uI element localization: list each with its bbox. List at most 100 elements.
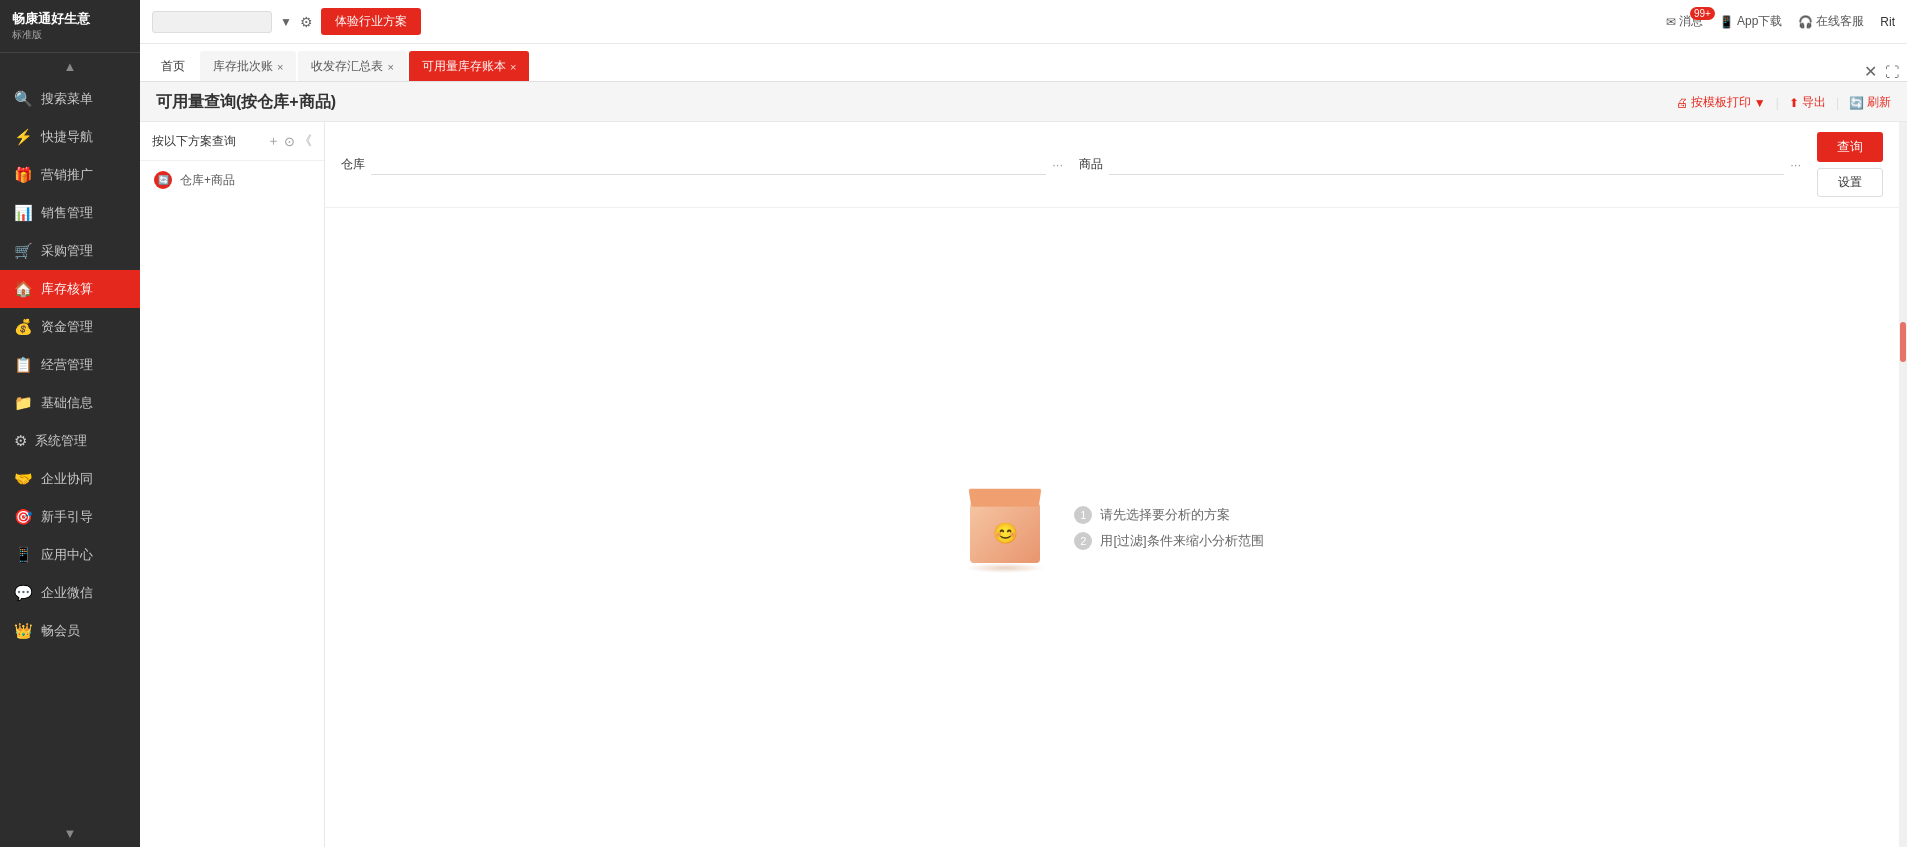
quick-nav-icon: ⚡ [14,128,33,146]
topbar-gear-icon[interactable]: ⚙ [300,14,313,30]
tab-available-ledger-close[interactable]: × [510,61,516,73]
tab-batch-ledger-close[interactable]: × [277,61,283,73]
empty-box: 😊 [970,503,1040,563]
inventory-icon: 🏠 [14,280,33,298]
filter-warehouse-product[interactable]: 🔄 仓库+商品 [140,161,324,199]
tabbar-actions: ✕ ⛶ [1856,62,1907,81]
sidebar-item-label: 应用中心 [41,546,93,564]
app-download-btn[interactable]: 📱 App下载 [1719,13,1782,30]
warehouse-more-btn[interactable]: ··· [1052,157,1063,172]
sidebar-item-basic-info[interactable]: 📁 基础信息 [0,384,140,422]
onboarding-icon: 🎯 [14,508,33,526]
online-service-label: 在线客服 [1816,13,1864,30]
filter-header-label: 按以下方案查询 [152,133,236,150]
tab-available-ledger[interactable]: 可用量库存账本 × [409,51,529,81]
sidebar-logo: 畅康通好生意 标准版 [0,0,140,53]
tab-receipt-summary-close[interactable]: × [387,61,393,73]
page-actions: 🖨 按模板打印 ▼ | ⬆ 导出 | 🔄 刷新 [1676,94,1891,111]
print-btn[interactable]: 🖨 按模板打印 ▼ [1676,94,1766,111]
tab-receipt-summary[interactable]: 收发存汇总表 × [298,51,406,81]
main-area: ▼ ⚙ 体验行业方案 ✉ 消息 99+ 📱 App下载 🎧 在线客服 Rit 首… [140,0,1907,847]
scrollbar-thumb[interactable] [1900,322,1906,362]
empty-state-content: 😊 1 请先选择要分析的方案 2 用[过滤]条件来缩小分析范围 [960,483,1263,573]
tab-available-ledger-label: 可用量库存账本 [422,58,506,75]
empty-tip-1: 1 请先选择要分析的方案 [1074,506,1263,524]
membership-icon: 👑 [14,622,33,640]
app-tag: 标准版 [12,28,128,42]
product-more-btn[interactable]: ··· [1790,157,1801,172]
export-btn[interactable]: ⬆ 导出 [1789,94,1826,111]
tab-home-label: 首页 [161,58,185,75]
warehouse-input[interactable] [371,154,1046,175]
tab-receipt-summary-label: 收发存汇总表 [311,58,383,75]
app-download-label: App下载 [1737,13,1782,30]
sidebar-item-inventory[interactable]: 🏠 库存核算 [0,270,140,308]
sidebar-item-enterprise[interactable]: 🤝 企业协同 [0,460,140,498]
query-actions: 查询 设置 [1817,132,1883,197]
print-icon: 🖨 [1676,96,1688,110]
online-service-btn[interactable]: 🎧 在线客服 [1798,13,1864,30]
filter-settings-btn[interactable]: ⊙ [284,134,295,149]
message-btn[interactable]: ✉ 消息 99+ [1666,13,1703,30]
sidebar-scroll-down[interactable]: ▼ [0,820,140,847]
tabbar-expand-btn[interactable]: ⛶ [1885,64,1899,80]
refresh-icon: 🔄 [1849,96,1864,110]
enterprise-icon: 🤝 [14,470,33,488]
filter-add-btn[interactable]: ＋ [267,132,280,150]
topbar: ▼ ⚙ 体验行业方案 ✉ 消息 99+ 📱 App下载 🎧 在线客服 Rit [140,0,1907,44]
user-name[interactable]: Rit [1880,15,1895,29]
sidebar-item-purchase[interactable]: 🛒 采购管理 [0,232,140,270]
app-name: 畅康通好生意 [12,10,128,28]
sidebar-item-label: 搜索菜单 [41,90,93,108]
warehouse-filter-field: 仓库 ··· [341,154,1063,175]
message-badge: 99+ [1690,7,1715,20]
tab-batch-ledger[interactable]: 库存批次账 × [200,51,296,81]
sidebar-item-label: 新手引导 [41,508,93,526]
tab-home[interactable]: 首页 [148,51,198,81]
sidebar-item-sales[interactable]: 📊 销售管理 [0,194,140,232]
marketing-icon: 🎁 [14,166,33,184]
print-label: 按模板打印 [1691,94,1751,111]
product-input[interactable] [1109,154,1784,175]
sidebar-item-label: 资金管理 [41,318,93,336]
empty-tips: 1 请先选择要分析的方案 2 用[过滤]条件来缩小分析范围 [1074,506,1263,550]
app-download-icon: 📱 [1719,15,1734,29]
topbar-dropdown-btn[interactable]: ▼ [280,15,292,29]
empty-tip-2: 2 用[过滤]条件来缩小分析范围 [1074,532,1263,550]
sidebar-item-quick-nav[interactable]: ⚡ 快捷导航 [0,118,140,156]
sidebar-nav: 🔍 搜索菜单 ⚡ 快捷导航 🎁 营销推广 📊 销售管理 🛒 采购管理 🏠 库存核… [0,80,140,820]
tabbar-close-all-btn[interactable]: ✕ [1864,62,1877,81]
sidebar-item-wechat[interactable]: 💬 企业微信 [0,574,140,612]
sidebar-scroll-up[interactable]: ▲ [0,53,140,80]
message-icon: ✉ [1666,15,1676,29]
query-btn[interactable]: 查询 [1817,132,1883,162]
right-scrollbar[interactable] [1899,122,1907,847]
sidebar-item-label: 营销推广 [41,166,93,184]
system-icon: ⚙ [14,432,27,450]
sidebar-item-onboarding[interactable]: 🎯 新手引导 [0,498,140,536]
separator2: | [1836,96,1839,110]
sidebar-item-marketing[interactable]: 🎁 营销推广 [0,156,140,194]
filter-collapse-btn[interactable]: 《 [299,132,312,150]
sidebar-item-finance[interactable]: 💰 资金管理 [0,308,140,346]
sidebar-item-label: 销售管理 [41,204,93,222]
sidebar-item-search[interactable]: 🔍 搜索菜单 [0,80,140,118]
empty-shadow [965,563,1045,573]
search-icon: 🔍 [14,90,33,108]
filter-item-label: 仓库+商品 [180,172,235,189]
sidebar-item-label: 畅会员 [41,622,80,640]
set-btn[interactable]: 设置 [1817,168,1883,197]
print-dropdown-icon[interactable]: ▼ [1754,96,1766,110]
sidebar-item-membership[interactable]: 👑 畅会员 [0,612,140,650]
sidebar-item-operations[interactable]: 📋 经营管理 [0,346,140,384]
sidebar: 畅康通好生意 标准版 ▲ 🔍 搜索菜单 ⚡ 快捷导航 🎁 营销推广 📊 销售管理… [0,0,140,847]
sidebar-item-app-center[interactable]: 📱 应用中心 [0,536,140,574]
sidebar-item-label: 企业协同 [41,470,93,488]
page-title: 可用量查询(按仓库+商品) [156,92,336,113]
refresh-btn[interactable]: 🔄 刷新 [1849,94,1891,111]
empty-tip-2-text: 用[过滤]条件来缩小分析范围 [1100,532,1263,550]
trial-btn[interactable]: 体验行业方案 [321,8,421,35]
separator1: | [1776,96,1779,110]
sidebar-item-system[interactable]: ⚙ 系统管理 [0,422,140,460]
topbar-search-input[interactable] [152,11,272,33]
